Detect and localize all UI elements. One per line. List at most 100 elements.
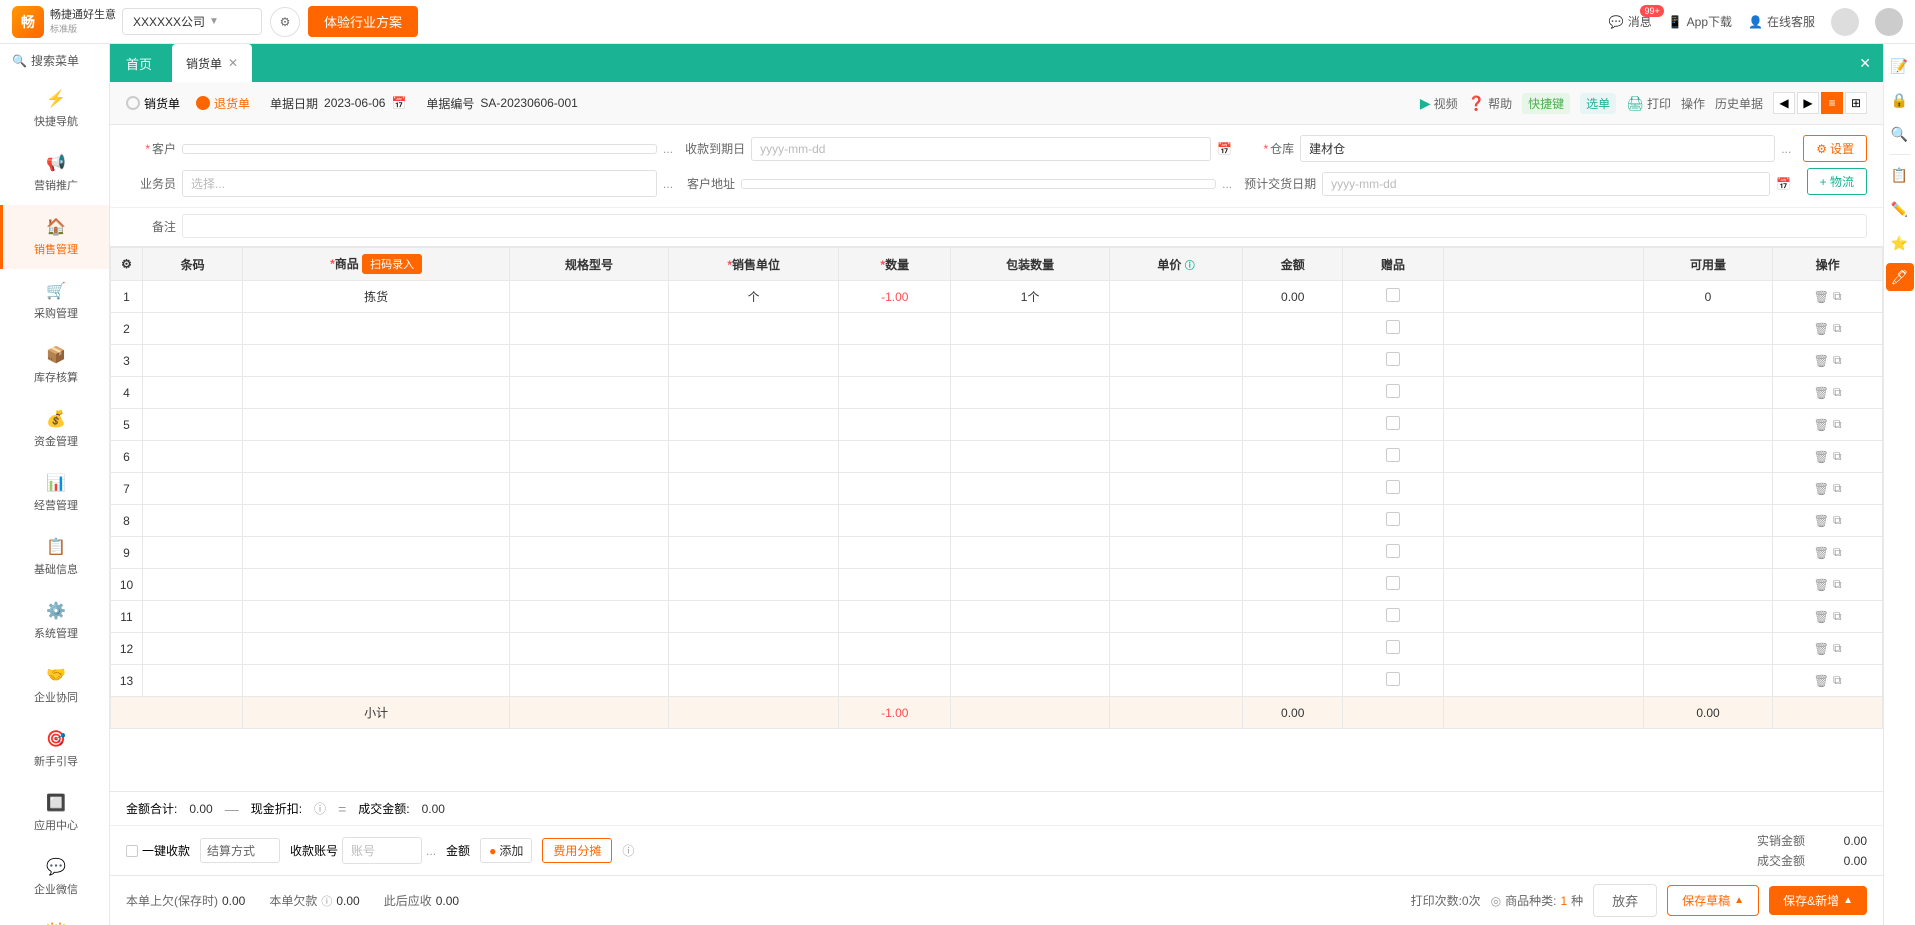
gift-checkbox-11[interactable] <box>1386 608 1400 622</box>
save-new-button[interactable]: 保存&新增 ▲ <box>1769 886 1867 915</box>
calendar-icon[interactable]: 📅 <box>391 96 406 110</box>
view-btn-next[interactable]: ▶ <box>1797 92 1819 114</box>
history-action[interactable]: 历史单据 <box>1715 95 1763 112</box>
row-unit-1[interactable]: 个 <box>668 281 838 313</box>
right-panel-icon-6[interactable]: ⭐ <box>1886 229 1914 257</box>
delete-icon-7[interactable]: 🗑 <box>1814 482 1829 496</box>
salesman-input[interactable]: 选择... <box>182 170 657 197</box>
view-btn-list[interactable]: ≡ <box>1821 92 1843 114</box>
tab-close-icon[interactable]: ✕ <box>228 56 238 70</box>
row-gift-2[interactable] <box>1343 313 1443 345</box>
account-input[interactable]: 账号 <box>342 837 422 864</box>
copy-icon-1[interactable]: ⧉ <box>1833 289 1842 304</box>
gift-checkbox-3[interactable] <box>1386 352 1400 366</box>
row-spec-1[interactable] <box>509 281 668 313</box>
warehouse-more-icon[interactable]: ... <box>1781 142 1791 156</box>
row-spec-2[interactable] <box>509 313 668 345</box>
sidebar-item-wechat[interactable]: 💬 企业微信 <box>0 845 109 909</box>
payment-date-input[interactable]: yyyy-mm-dd <box>751 137 1211 161</box>
copy-icon-10[interactable]: ⧉ <box>1833 577 1842 592</box>
right-panel-icon-2[interactable]: 🔒 <box>1886 86 1914 114</box>
sidebar-item-apps[interactable]: 🔲 应用中心 <box>0 781 109 845</box>
radio-icon-small[interactable]: ◎ <box>1491 894 1501 908</box>
payment-method-select[interactable]: 结算方式 <box>200 838 280 863</box>
gift-checkbox-13[interactable] <box>1386 672 1400 686</box>
copy-icon-3[interactable]: ⧉ <box>1833 353 1842 368</box>
sidebar-item-quick-nav[interactable]: ⚡ 快捷导航 <box>0 77 109 141</box>
sale-radio[interactable]: 销货单 <box>126 95 180 112</box>
sidebar-item-operations[interactable]: 📊 经营管理 <box>0 461 109 525</box>
user-avatar-2[interactable] <box>1875 8 1903 36</box>
copy-icon-4[interactable]: ⧉ <box>1833 385 1842 400</box>
account-more-icon[interactable]: ... <box>426 844 436 858</box>
sidebar-item-finance[interactable]: 💰 资金管理 <box>0 397 109 461</box>
copy-icon-12[interactable]: ⧉ <box>1833 641 1842 656</box>
copy-icon-7[interactable]: ⧉ <box>1833 481 1842 496</box>
customer-more-icon[interactable]: ... <box>663 142 673 156</box>
col-settings[interactable]: ⚙ <box>111 248 143 281</box>
delete-icon-10[interactable]: 🗑 <box>1814 578 1829 592</box>
abandon-button[interactable]: 放弃 <box>1593 884 1657 917</box>
row-pack-qty-2[interactable] <box>951 313 1110 345</box>
address-more-icon[interactable]: ... <box>1222 177 1232 191</box>
row-price-2[interactable] <box>1110 313 1243 345</box>
customer-input[interactable] <box>182 144 657 154</box>
delete-icon-1[interactable]: 🗑 <box>1814 290 1829 304</box>
copy-icon-13[interactable]: ⧉ <box>1833 673 1842 688</box>
sidebar-item-enterprise[interactable]: 🤝 企业协同 <box>0 653 109 717</box>
gift-checkbox-1[interactable] <box>1386 288 1400 302</box>
gift-checkbox-12[interactable] <box>1386 640 1400 654</box>
sidebar-item-guide[interactable]: 🎯 新手引导 <box>0 717 109 781</box>
copy-icon-6[interactable]: ⧉ <box>1833 449 1842 464</box>
settings-icon[interactable]: ⚙ <box>270 7 300 37</box>
sidebar-item-sales[interactable]: 🏠 销售管理 <box>0 205 109 269</box>
delete-icon-11[interactable]: 🗑 <box>1814 610 1829 624</box>
right-panel-icon-3[interactable]: 🔍 <box>1886 120 1914 148</box>
form-settings-button[interactable]: ⚙ 设置 <box>1803 135 1867 162</box>
help-action[interactable]: ❓ 帮助 <box>1468 95 1512 112</box>
save-draft-button[interactable]: 保存草稿 ▲ <box>1667 885 1759 916</box>
sidebar-item-inventory[interactable]: 📦 库存核算 <box>0 333 109 397</box>
row-unit-2[interactable] <box>668 313 838 345</box>
delete-icon-5[interactable]: 🗑 <box>1814 418 1829 432</box>
select-action[interactable]: 选单 <box>1580 93 1616 114</box>
row-pack-qty-1[interactable]: 1个 <box>951 281 1110 313</box>
delete-icon-9[interactable]: 🗑 <box>1814 546 1829 560</box>
delete-icon-8[interactable]: 🗑 <box>1814 514 1829 528</box>
gift-checkbox-8[interactable] <box>1386 512 1400 526</box>
shortcut-action[interactable]: 快捷键 <box>1522 93 1570 114</box>
copy-icon-2[interactable]: ⧉ <box>1833 321 1842 336</box>
add-payment-button[interactable]: ● 添加 <box>480 838 532 863</box>
close-all-tabs-icon[interactable]: ✕ <box>1859 55 1871 72</box>
right-panel-icon-7[interactable]: 🖊 <box>1886 263 1914 291</box>
row-barcode-1[interactable] <box>143 281 243 313</box>
gift-checkbox-7[interactable] <box>1386 480 1400 494</box>
user-avatar[interactable] <box>1831 8 1859 36</box>
view-btn-prev[interactable]: ◀ <box>1773 92 1795 114</box>
warehouse-input[interactable]: 建材仓 <box>1300 135 1775 162</box>
right-panel-icon-4[interactable]: 📋 <box>1886 161 1914 189</box>
message-button[interactable]: 💬 消息 99+ <box>1609 13 1652 30</box>
row-goods-1[interactable]: 拣货 <box>243 281 510 313</box>
expense-split-button[interactable]: 费用分摊 <box>542 838 612 863</box>
delete-icon-6[interactable]: 🗑 <box>1814 450 1829 464</box>
delete-icon-13[interactable]: 🗑 <box>1814 674 1829 688</box>
gift-checkbox-4[interactable] <box>1386 384 1400 398</box>
gift-checkbox-5[interactable] <box>1386 416 1400 430</box>
sidebar-item-purchase[interactable]: 🛒 采购管理 <box>0 269 109 333</box>
return-radio[interactable]: 退货单 <box>196 95 250 112</box>
tab-home[interactable]: 首页 <box>110 44 168 82</box>
sidebar-item-marketing[interactable]: 📢 营销推广 <box>0 141 109 205</box>
customer-address-input[interactable] <box>741 179 1216 189</box>
row-goods-2[interactable] <box>243 313 510 345</box>
gift-checkbox-10[interactable] <box>1386 576 1400 590</box>
app-download-button[interactable]: 📱 App下载 <box>1668 13 1732 30</box>
bill-no-value[interactable]: SA-20230606-001 <box>480 96 577 110</box>
row-amount-1[interactable]: 0.00 <box>1243 281 1343 313</box>
payment-calendar-icon[interactable]: 📅 <box>1217 142 1232 156</box>
help-icon-small[interactable]: ⓘ <box>321 893 332 909</box>
tab-active[interactable]: 销货单 ✕ <box>172 44 252 82</box>
scan-barcode-button[interactable]: 扫码录入 <box>362 254 422 274</box>
sidebar-item-member[interactable]: 👑 畅会员 <box>0 909 109 925</box>
copy-icon-9[interactable]: ⧉ <box>1833 545 1842 560</box>
